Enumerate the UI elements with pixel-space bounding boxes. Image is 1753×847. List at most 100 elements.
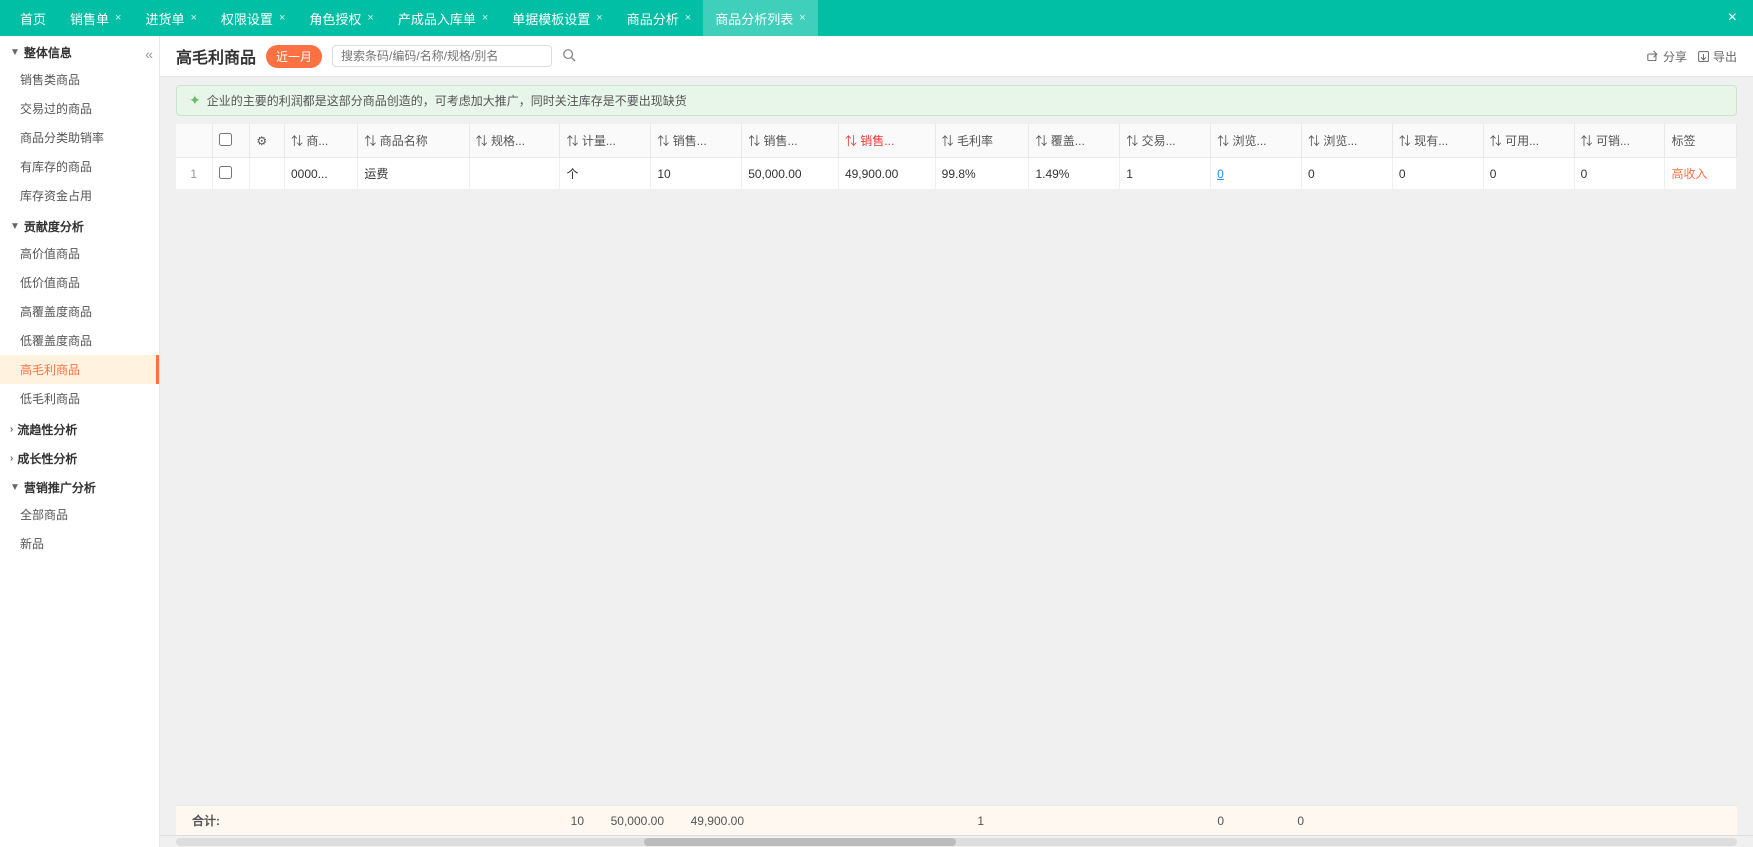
sidebar-item-high-value[interactable]: 高价值商品: [0, 239, 159, 268]
sidebar-item-sales-goods[interactable]: 销售类商品: [0, 65, 159, 94]
table-container[interactable]: ⚙ ⇅ 商... ⇅ 商品名称 ⇅ 规格... ⇅ 计量...: [176, 124, 1737, 805]
cell-gross-margin: 99.8%: [935, 158, 1029, 190]
content-area: 高毛利商品 近一月 分享: [160, 36, 1753, 847]
cell-sales-qty: 10: [651, 158, 742, 190]
cell-index: 1: [176, 158, 212, 190]
col-transactions[interactable]: ⇅ 交易...: [1120, 124, 1211, 158]
search-icon: [562, 48, 576, 62]
cell-spec: [469, 158, 560, 190]
cell-available: 0: [1483, 158, 1574, 190]
close-product-storage-tab[interactable]: ×: [482, 12, 488, 24]
arrow-marketing: ▼: [10, 482, 20, 493]
cell-current-stock: 0: [1392, 158, 1483, 190]
sidebar-item-low-value[interactable]: 低价值商品: [0, 268, 159, 297]
filter-recent-month-btn[interactable]: 近一月: [266, 45, 322, 68]
col-current-stock[interactable]: ⇅ 现有...: [1392, 124, 1483, 158]
sidebar-item-low-margin[interactable]: 低毛利商品: [0, 384, 159, 413]
col-gross-margin[interactable]: ⇅ 毛利率: [935, 124, 1029, 158]
sidebar-item-high-coverage[interactable]: 高覆盖度商品: [0, 297, 159, 326]
footer-transactions: 1: [910, 814, 990, 828]
col-sales-profit[interactable]: ⇅ 销售...: [838, 124, 935, 158]
share-button[interactable]: 分享: [1647, 48, 1687, 65]
nav-tab-home[interactable]: 首页: [8, 0, 58, 36]
export-icon: [1697, 50, 1710, 63]
nav-tab-template[interactable]: 单据模板设置 ×: [500, 0, 614, 36]
sidebar-collapse-btn[interactable]: «: [145, 46, 153, 62]
cell-sales-profit: 49,900.00: [838, 158, 935, 190]
col-sales-amount[interactable]: ⇅ 销售...: [742, 124, 839, 158]
scrollbar-thumb[interactable]: [644, 838, 956, 846]
sidebar-group-overall[interactable]: ▼ 整体信息: [0, 36, 159, 65]
sidebar-group-trend[interactable]: › 流趋性分析: [0, 413, 159, 442]
footer-sales-qty: 10: [510, 814, 590, 828]
sidebar-item-stock-capital[interactable]: 库存资金占用: [0, 181, 159, 210]
search-input[interactable]: [332, 45, 552, 67]
cell-transactions: 1: [1120, 158, 1211, 190]
sidebar-item-low-coverage[interactable]: 低覆盖度商品: [0, 326, 159, 355]
footer-sales-profit: 49,900.00: [670, 814, 750, 828]
sidebar-group-growth[interactable]: › 成长性分析: [0, 442, 159, 471]
cell-unit: 个: [560, 158, 651, 190]
col-settings[interactable]: ⚙: [250, 124, 285, 158]
sidebar-item-new-goods[interactable]: 新品: [0, 529, 159, 558]
nav-tab-permission[interactable]: 权限设置 ×: [209, 0, 297, 36]
cell-settings: [250, 158, 285, 190]
nav-tab-product-storage[interactable]: 产成品入库单 ×: [386, 0, 500, 36]
footer-sales-amount: 50,000.00: [590, 814, 670, 828]
close-analysis-list-tab[interactable]: ×: [799, 12, 805, 24]
data-table: ⚙ ⇅ 商... ⇅ 商品名称 ⇅ 规格... ⇅ 计量...: [176, 124, 1737, 190]
col-available[interactable]: ⇅ 可用...: [1483, 124, 1574, 158]
page-title: 高毛利商品: [176, 44, 256, 68]
col-spec[interactable]: ⇅ 规格...: [469, 124, 560, 158]
sidebar-group-marketing[interactable]: ▼ 营销推广分析: [0, 471, 159, 500]
close-permission-tab[interactable]: ×: [279, 12, 285, 24]
close-role-tab[interactable]: ×: [367, 12, 373, 24]
header-actions: 分享 导出: [1647, 48, 1737, 65]
search-button[interactable]: [562, 48, 576, 65]
sidebar-item-category-rate[interactable]: 商品分类助销率: [0, 123, 159, 152]
col-unit[interactable]: ⇅ 计量...: [560, 124, 651, 158]
col-check[interactable]: [212, 124, 250, 158]
table-row: 1 0000... 运费 个 10 50,000.00 49,900.00 99…: [176, 158, 1737, 190]
col-browse2[interactable]: ⇅ 浏览...: [1302, 124, 1393, 158]
select-all-checkbox[interactable]: [219, 133, 232, 146]
sidebar-group-contribution[interactable]: ▼ 贡献度分析: [0, 210, 159, 239]
nav-tab-analysis[interactable]: 商品分析 ×: [615, 0, 703, 36]
nav-tab-purchase[interactable]: 进货单 ×: [133, 0, 208, 36]
col-name[interactable]: ⇅ 商品名称: [358, 124, 469, 158]
close-all-tabs[interactable]: ×: [1720, 9, 1745, 27]
col-code[interactable]: ⇅ 商...: [285, 124, 358, 158]
scrollbar-track: [176, 838, 1737, 846]
close-template-tab[interactable]: ×: [596, 12, 602, 24]
arrow-contribution: ▼: [10, 221, 20, 232]
close-analysis-tab[interactable]: ×: [685, 12, 691, 24]
cell-coverage: 1.49%: [1029, 158, 1120, 190]
nav-tab-role[interactable]: 角色授权 ×: [297, 0, 385, 36]
col-tag[interactable]: 标签: [1665, 124, 1737, 158]
cell-tag: 高收入: [1665, 158, 1737, 190]
export-button[interactable]: 导出: [1697, 48, 1737, 65]
cell-name: 运费: [358, 158, 469, 190]
row-checkbox[interactable]: [219, 166, 232, 179]
nav-tab-analysis-list[interactable]: 商品分析列表 ×: [703, 0, 817, 36]
col-index: [176, 124, 212, 158]
close-sales-tab[interactable]: ×: [115, 12, 121, 24]
cell-check[interactable]: [212, 158, 250, 190]
share-icon: [1647, 50, 1660, 63]
sidebar-item-traded-goods[interactable]: 交易过的商品: [0, 94, 159, 123]
sidebar-item-stocked-goods[interactable]: 有库存的商品: [0, 152, 159, 181]
content-header: 高毛利商品 近一月 分享: [160, 36, 1753, 77]
main-layout: « ▼ 整体信息 销售类商品 交易过的商品 商品分类助销率 有库存的商品 库存资…: [0, 36, 1753, 847]
col-browse1[interactable]: ⇅ 浏览...: [1211, 124, 1302, 158]
sidebar-item-high-margin[interactable]: 高毛利商品: [0, 355, 159, 384]
col-sellable[interactable]: ⇅ 可销...: [1574, 124, 1665, 158]
sidebar-item-all-goods[interactable]: 全部商品: [0, 500, 159, 529]
horizontal-scrollbar[interactable]: [160, 835, 1753, 847]
arrow-trend: ›: [10, 424, 13, 435]
cell-browse1[interactable]: 0: [1211, 158, 1302, 190]
footer-current-stock: 0: [1150, 814, 1230, 828]
close-purchase-tab[interactable]: ×: [190, 12, 196, 24]
col-coverage[interactable]: ⇅ 覆盖...: [1029, 124, 1120, 158]
col-sales-qty[interactable]: ⇅ 销售...: [651, 124, 742, 158]
nav-tab-sales[interactable]: 销售单 ×: [58, 0, 133, 36]
